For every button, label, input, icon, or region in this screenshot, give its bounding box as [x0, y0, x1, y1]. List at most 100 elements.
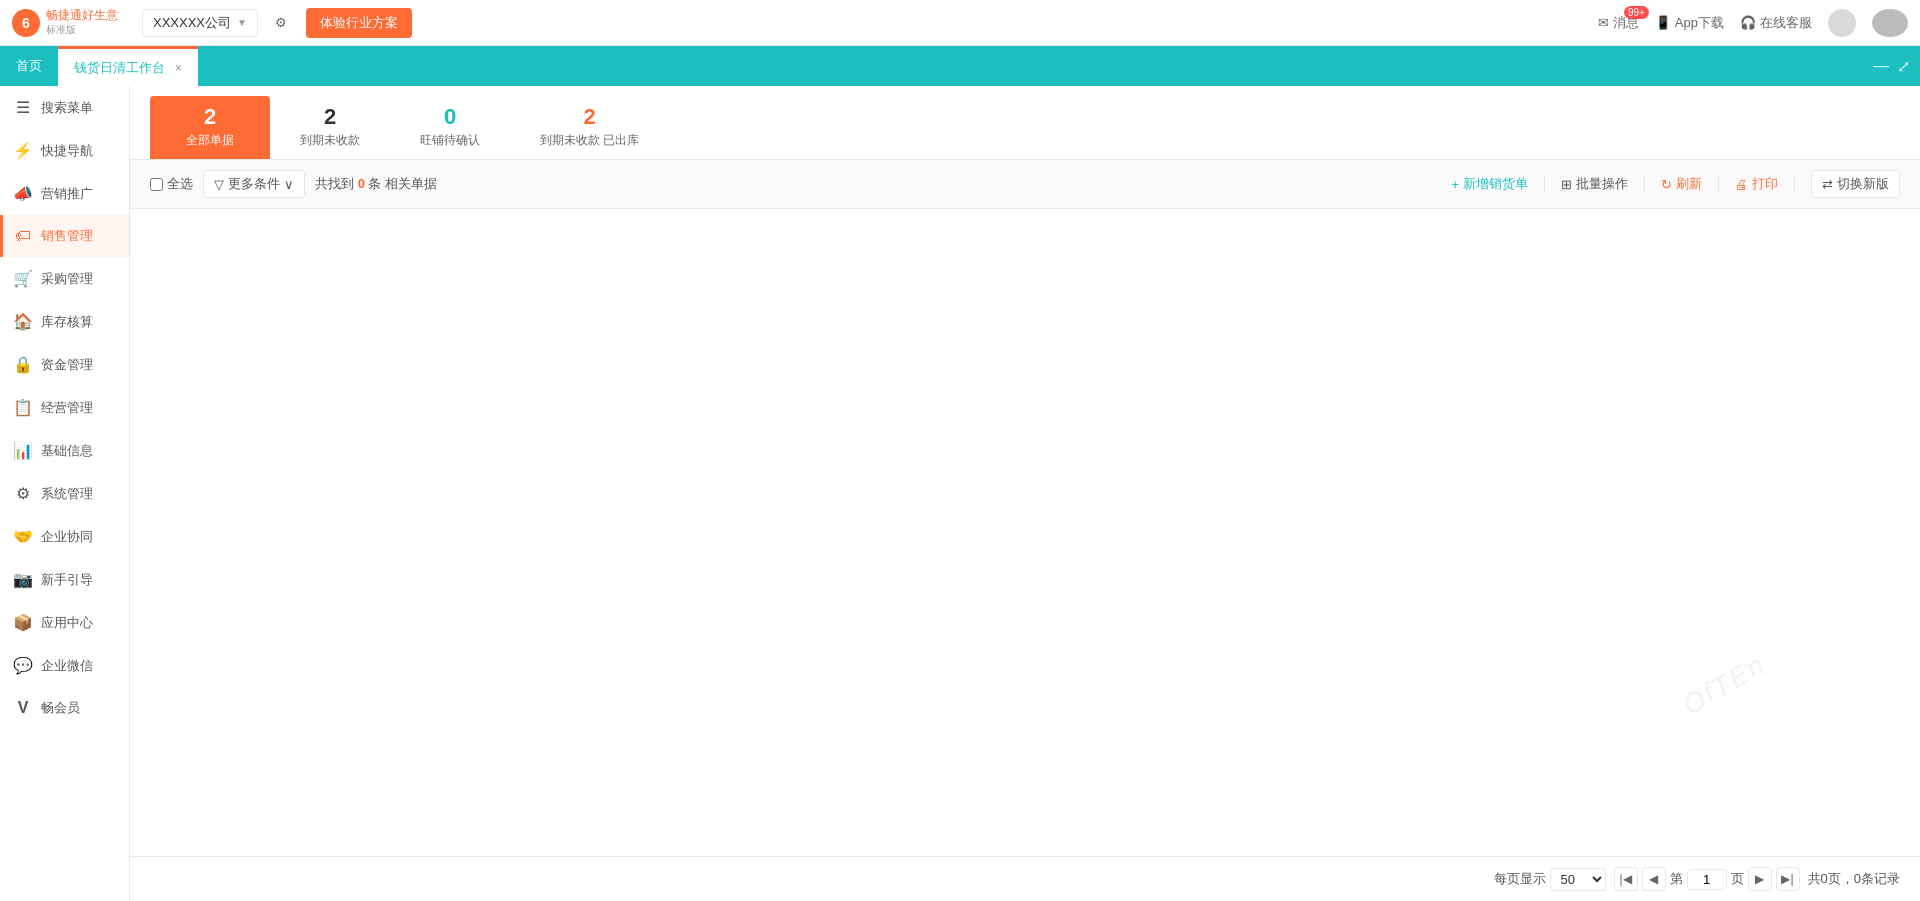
sidebar-item-app-center[interactable]: 📦 应用中心 [0, 601, 129, 644]
switch-new-button[interactable]: ⇄ 切换新版 [1811, 170, 1900, 198]
divider-4 [1794, 176, 1795, 192]
megaphone-icon: 📣 [13, 184, 33, 203]
refresh-label: 刷新 [1676, 175, 1702, 193]
sidebar-item-members[interactable]: V 畅会员 [0, 687, 129, 729]
top-header: 6 畅捷通好生意 标准版 XXXXXX公司 ▼ ⚙ 体验行业方案 ✉ 消息 99… [0, 0, 1920, 46]
batch-icon: ⊞ [1561, 177, 1572, 192]
select-all-label: 全选 [167, 175, 193, 193]
print-icon: 🖨 [1735, 177, 1748, 192]
pagination-bar: 每页显示 50 100 200 |◀ ◀ 第 页 ▶ ▶| 共0页，0条 [130, 856, 1920, 901]
sidebar-label-guide: 新手引导 [41, 571, 93, 589]
sidebar-item-operations[interactable]: 📋 经营管理 [0, 386, 129, 429]
sidebar: ☰ 搜索菜单 ⚡ 快捷导航 📣 营销推广 🏷 销售管理 🛒 采购管理 🏠 库存核… [0, 86, 130, 901]
avatar[interactable] [1828, 9, 1856, 37]
page-size-label: 每页显示 [1494, 870, 1546, 888]
tab-home[interactable]: 首页 [0, 46, 58, 86]
main-layout: ☰ 搜索菜单 ⚡ 快捷导航 📣 营销推广 🏷 销售管理 🛒 采购管理 🏠 库存核… [0, 86, 1920, 901]
company-name: XXXXXX公司 [153, 14, 231, 32]
sidebar-label-sys: 系统管理 [41, 485, 93, 503]
sidebar-item-marketing[interactable]: 📣 营销推广 [0, 172, 129, 215]
logo-area: 6 畅捷通好生意 标准版 [12, 8, 142, 38]
stats-num-all: 2 [204, 104, 216, 130]
select-all-checkbox[interactable]: 全选 [150, 175, 193, 193]
found-count: 0 [358, 176, 365, 191]
tab-qianhuoriqing[interactable]: 钱货日清工作台 × [58, 46, 198, 86]
online-service-button[interactable]: 🎧 在线客服 [1740, 14, 1812, 32]
found-text: 共找到 0 条 相关单据 [315, 175, 437, 193]
settings-icon-button[interactable]: ⚙ [266, 8, 296, 38]
print-label: 打印 [1752, 175, 1778, 193]
sidebar-item-sys-mgmt[interactable]: ⚙ 系统管理 [0, 472, 129, 515]
download-icon: 📱 [1655, 15, 1671, 30]
close-icon[interactable]: × [175, 61, 182, 75]
sidebar-item-basic-info[interactable]: 📊 基础信息 [0, 429, 129, 472]
stats-label-pending: 旺铺待确认 [420, 132, 480, 149]
first-page-button[interactable]: |◀ [1614, 867, 1638, 891]
prev-page-button[interactable]: ◀ [1642, 867, 1666, 891]
toolbar: 全选 ▽ 更多条件 ∨ 共找到 0 条 相关单据 + [130, 160, 1920, 209]
new-sale-button[interactable]: + 新增销货单 [1451, 175, 1528, 193]
company-selector[interactable]: XXXXXX公司 ▼ [142, 9, 258, 37]
dropdown-arrow-icon: ∨ [284, 177, 294, 192]
messages-button[interactable]: ✉ 消息 99+ [1598, 14, 1639, 32]
sidebar-label-members: 畅会员 [41, 699, 80, 717]
active-tab-label: 钱货日清工作台 [74, 59, 165, 77]
refresh-button[interactable]: ↻ 刷新 [1661, 175, 1702, 193]
sidebar-item-search-menu[interactable]: ☰ 搜索菜单 [0, 86, 129, 129]
found-prefix: 共找到 [315, 176, 354, 191]
batch-ops-button[interactable]: ⊞ 批量操作 [1561, 175, 1628, 193]
headset-icon: 🎧 [1740, 15, 1756, 30]
cart-icon: 🛒 [13, 269, 33, 288]
app-download-button[interactable]: 📱 App下载 [1655, 14, 1724, 32]
logo-icon: 6 [12, 9, 40, 37]
gear-icon: ⚙ [275, 15, 287, 30]
expand-icon[interactable]: ⤢ [1897, 57, 1910, 76]
page-input[interactable] [1687, 869, 1727, 890]
content-area: 2 全部单据 2 到期未收款 0 旺铺待确认 2 到期未收款 已出库 [130, 86, 1920, 901]
plus-icon: + [1451, 177, 1459, 192]
header-right: ✉ 消息 99+ 📱 App下载 🎧 在线客服 [1598, 9, 1908, 37]
sidebar-item-inventory[interactable]: 🏠 库存核算 [0, 300, 129, 343]
stats-label-overdue: 到期未收款 [300, 132, 360, 149]
divider-3 [1718, 176, 1719, 192]
guide-icon: 📷 [13, 570, 33, 589]
stats-tab-pending[interactable]: 0 旺铺待确认 [390, 96, 510, 159]
last-page-button[interactable]: ▶| [1776, 867, 1800, 891]
sidebar-item-enterprise[interactable]: 🤝 企业协同 [0, 515, 129, 558]
nav-tabs-actions: — ⤢ [1873, 57, 1920, 76]
more-conditions-label: 更多条件 [228, 175, 280, 193]
page-size-select[interactable]: 50 100 200 [1550, 868, 1606, 891]
table-icon: 📊 [13, 441, 33, 460]
total-info: 共0页，0条记录 [1808, 870, 1900, 888]
logo-text: 畅捷通好生意 [46, 8, 118, 24]
nav-tabs-bar: 首页 钱货日清工作台 × — ⤢ [0, 46, 1920, 86]
flash-icon: ⚡ [13, 141, 33, 160]
sidebar-item-purchase[interactable]: 🛒 采购管理 [0, 257, 129, 300]
sidebar-label-purchase: 采购管理 [41, 270, 93, 288]
stats-tab-overdue-out[interactable]: 2 到期未收款 已出库 [510, 96, 669, 159]
page-suffix: 页 [1731, 870, 1744, 888]
stats-tab-overdue[interactable]: 2 到期未收款 [270, 96, 390, 159]
stats-label-overdue-out: 到期未收款 已出库 [540, 132, 639, 149]
sidebar-item-guide[interactable]: 📷 新手引导 [0, 558, 129, 601]
online-service-label: 在线客服 [1760, 14, 1812, 32]
stats-tab-all[interactable]: 2 全部单据 [150, 96, 270, 159]
next-page-button[interactable]: ▶ [1748, 867, 1772, 891]
sidebar-item-sales[interactable]: 🏷 销售管理 [0, 215, 129, 257]
print-button[interactable]: 🖨 打印 [1735, 175, 1778, 193]
sidebar-item-capital[interactable]: 🔒 资金管理 [0, 343, 129, 386]
minimize-icon[interactable]: — [1873, 57, 1889, 75]
switch-new-label: 切换新版 [1837, 175, 1889, 193]
sidebar-item-enterprise-wechat[interactable]: 💬 企业微信 [0, 644, 129, 687]
cog-icon: ⚙ [13, 484, 33, 503]
sidebar-label-sales: 销售管理 [41, 227, 93, 245]
page-navigation: |◀ ◀ 第 页 ▶ ▶| [1614, 867, 1800, 891]
more-conditions-button[interactable]: ▽ 更多条件 ∨ [203, 170, 305, 198]
chevron-down-icon: ▼ [237, 17, 247, 28]
sidebar-item-quick-nav[interactable]: ⚡ 快捷导航 [0, 129, 129, 172]
new-sale-label: 新增销货单 [1463, 175, 1528, 193]
trial-button[interactable]: 体验行业方案 [306, 8, 412, 38]
select-all-input[interactable] [150, 178, 163, 191]
switch-icon: ⇄ [1822, 177, 1833, 192]
stats-tabs: 2 全部单据 2 到期未收款 0 旺铺待确认 2 到期未收款 已出库 [130, 86, 1920, 160]
